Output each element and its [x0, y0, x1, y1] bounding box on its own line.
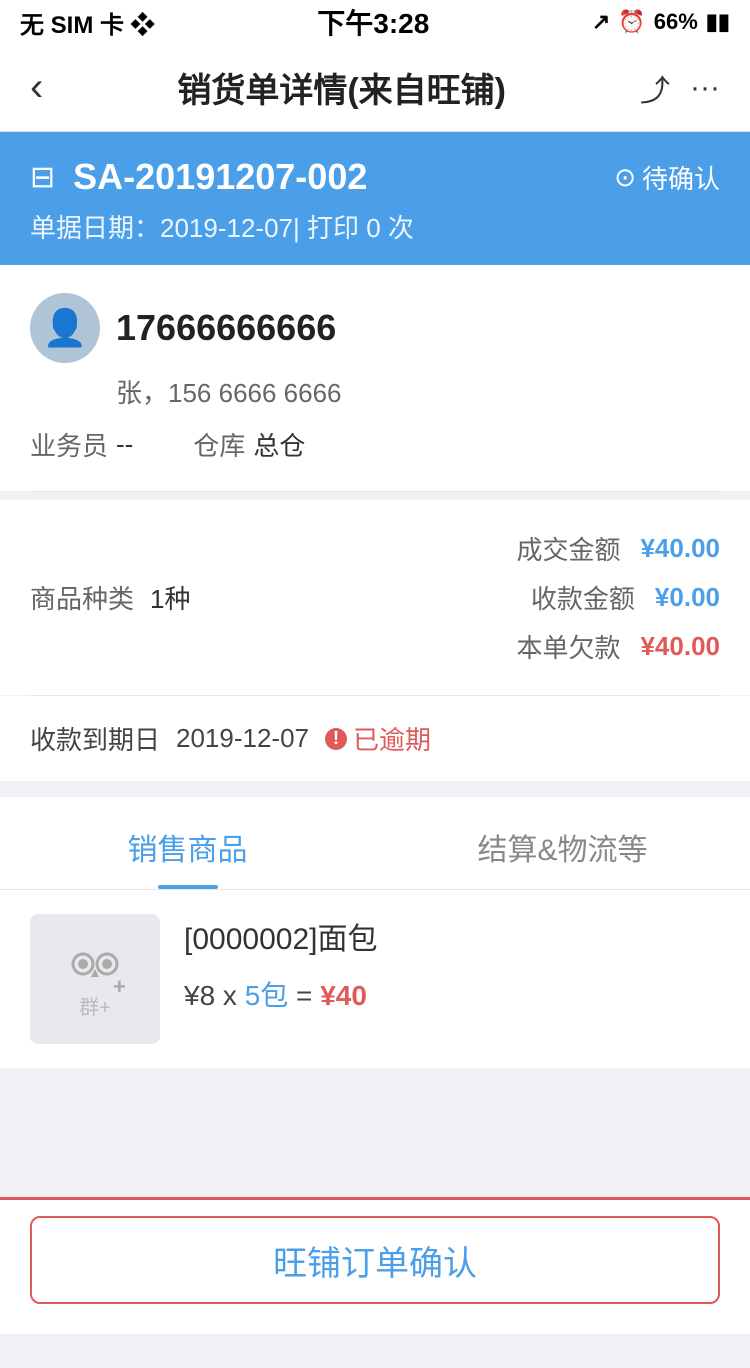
received-amount-value: ¥0.00 — [655, 582, 720, 613]
date-label: 单据日期： — [30, 213, 160, 243]
battery-indicator: 66% — [654, 9, 698, 35]
order-status: ⊙ 待确认 — [614, 159, 720, 196]
due-date-label: 收款到期日 — [30, 720, 160, 757]
due-date-value: 2019-12-07 — [176, 723, 309, 754]
status-left: 无 SIM 卡 ❖ — [20, 5, 155, 40]
product-logo: + 群+ — [55, 939, 135, 1020]
overdue-icon: ! — [325, 728, 347, 750]
warehouse-label: 仓库 — [193, 426, 245, 463]
status-right: ↗ ⏰ 66% ▮▮ — [592, 9, 730, 35]
customer-card: 👤 17666666666 张，156 6666 6666 业务员 -- 仓库 … — [0, 265, 750, 491]
order-id: SA-20191207-002 — [73, 156, 367, 198]
quantity: 5包 — [245, 980, 289, 1011]
goods-type-info: 商品种类 1种 — [30, 530, 516, 665]
received-amount-row: 收款金额 ¥0.00 — [531, 579, 720, 616]
status-clock-icon: ⊙ — [614, 162, 636, 193]
owed-amount-value: ¥40.00 — [640, 631, 720, 662]
section-gap-2 — [0, 781, 750, 797]
location-icon: ↗ — [592, 9, 610, 35]
owed-amount-row: 本单欠款 ¥40.00 — [516, 628, 720, 665]
customer-name: 张，156 6666 6666 — [116, 373, 720, 410]
svg-text:+: + — [113, 974, 126, 999]
tab-sales-goods[interactable]: 销售商品 — [0, 797, 375, 889]
product-info: [0000002]面包 ¥8 x 5包 = ¥40 — [184, 914, 720, 1014]
sales-label: 业务员 — [30, 426, 108, 463]
warehouse-meta: 仓库 总仓 — [193, 426, 305, 463]
share-icon[interactable]: ⤴ — [640, 66, 670, 110]
battery-icon: ▮▮ — [706, 9, 730, 35]
sales-meta: 业务员 -- — [30, 426, 133, 463]
warehouse-value: 总仓 — [253, 426, 305, 463]
nav-bar: ‹ 销货单详情(来自旺铺) ⤴ ··· — [0, 44, 750, 132]
bottom-bar: 旺铺订单确认 — [0, 1197, 750, 1334]
customer-meta: 业务员 -- 仓库 总仓 — [30, 426, 720, 463]
goods-type-value: 1种 — [150, 579, 190, 616]
product-name: [0000002]面包 — [184, 914, 720, 958]
back-button[interactable]: ‹ — [30, 65, 43, 110]
transaction-amount-row: 成交金额 ¥40.00 — [516, 530, 720, 567]
order-header: ⊟ SA-20191207-002 ⊙ 待确认 单据日期：2019-12-07|… — [0, 132, 750, 265]
page-title: 销货单详情(来自旺铺) — [177, 63, 506, 112]
status-time: 下午3:28 — [317, 2, 429, 42]
alarm-icon: ⏰ — [618, 9, 645, 35]
product-item: + 群+ [0000002]面包 ¥8 x 5包 = ¥40 — [0, 890, 750, 1068]
status-bar: 无 SIM 卡 ❖ 下午3:28 ↗ ⏰ 66% ▮▮ — [0, 0, 750, 44]
summary-card: 商品种类 1种 成交金额 ¥40.00 收款金额 ¥0.00 本单欠款 ¥40.… — [0, 500, 750, 695]
goods-type-label: 商品种类 — [30, 579, 134, 616]
owed-amount-label: 本单欠款 — [516, 628, 620, 665]
nav-actions: ⤴ ··· — [640, 66, 720, 110]
sales-value: -- — [116, 429, 133, 460]
amount-info: 成交金额 ¥40.00 收款金额 ¥0.00 本单欠款 ¥40.00 — [516, 530, 720, 665]
avatar: 👤 — [30, 293, 100, 363]
tab-settlement-logistics[interactable]: 结算&物流等 — [375, 797, 750, 889]
product-logo-svg: + — [55, 939, 135, 999]
overdue-badge: ! 已逾期 — [325, 720, 431, 757]
due-date-section: 收款到期日 2019-12-07 ! 已逾期 — [0, 696, 750, 781]
customer-phone: 17666666666 — [116, 307, 336, 349]
print-info: | 打印 0 次 — [293, 213, 414, 243]
section-gap-1 — [0, 492, 750, 500]
price-formula: ¥8 x — [184, 980, 245, 1011]
tab-bar: 销售商品 结算&物流等 — [0, 797, 750, 890]
total-price: ¥40 — [320, 980, 367, 1011]
order-date: 2019-12-07 — [160, 213, 293, 243]
transaction-amount-label: 成交金额 — [516, 530, 620, 567]
product-price: ¥8 x 5包 = ¥40 — [184, 974, 720, 1014]
tab-sales-goods-label: 销售商品 — [128, 834, 248, 867]
equals: = — [288, 980, 320, 1011]
received-amount-label: 收款金额 — [531, 579, 635, 616]
sim-wifi-indicator: 无 SIM 卡 ❖ — [20, 5, 155, 40]
transaction-amount-value: ¥40.00 — [640, 533, 720, 564]
tab-settlement-logistics-label: 结算&物流等 — [477, 834, 647, 867]
more-icon[interactable]: ··· — [690, 71, 720, 105]
confirm-order-button[interactable]: 旺铺订单确认 — [30, 1216, 720, 1304]
overdue-text: 已逾期 — [353, 720, 431, 757]
product-thumbnail: + 群+ — [30, 914, 160, 1044]
logo-text: 群+ — [79, 991, 111, 1020]
order-date-row: 单据日期：2019-12-07| 打印 0 次 — [30, 208, 720, 245]
order-icon: ⊟ — [30, 160, 55, 195]
status-label: 待确认 — [642, 159, 720, 196]
avatar-icon: 👤 — [43, 307, 88, 349]
